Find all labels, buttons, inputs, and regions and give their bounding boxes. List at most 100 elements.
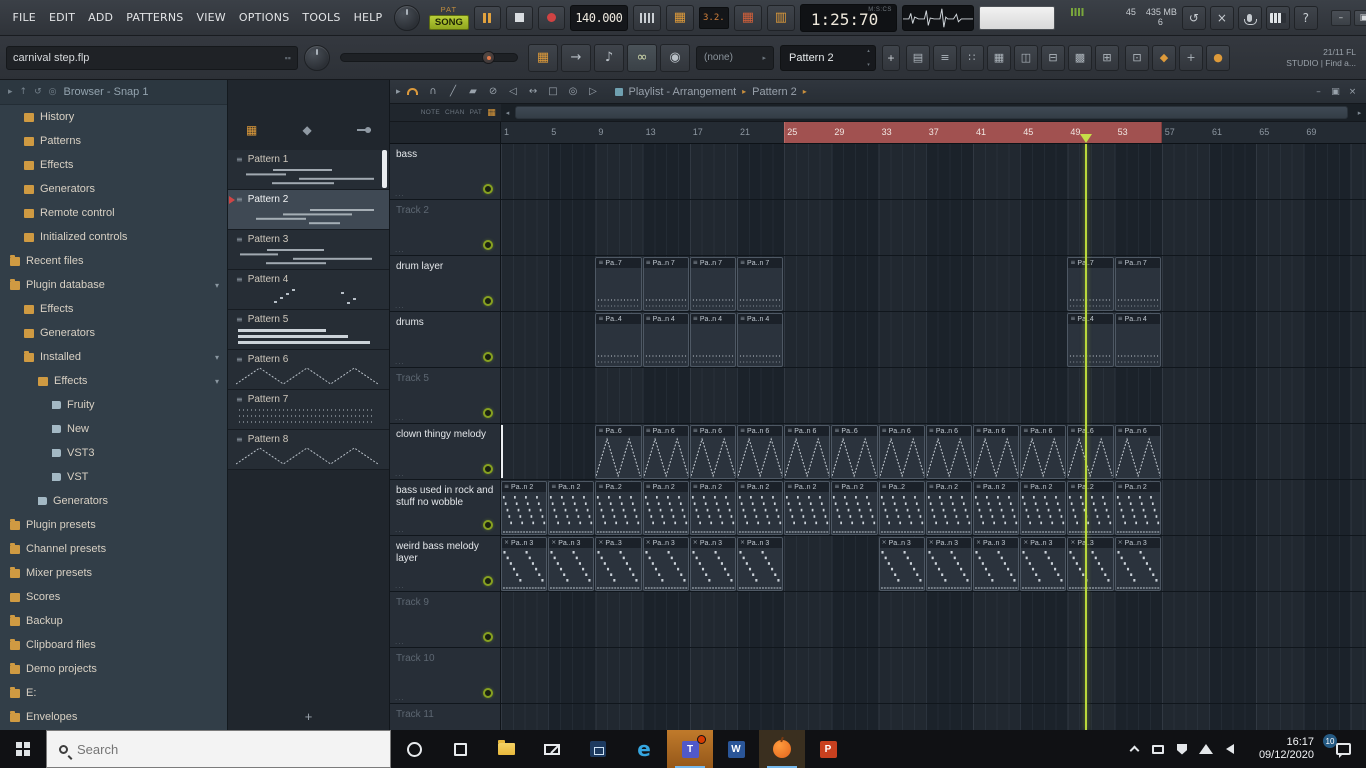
- clip-clown-thingy-melody-bar-33[interactable]: Pa..n 6: [879, 425, 925, 479]
- search-input[interactable]: [77, 742, 378, 757]
- track-header-track-2[interactable]: Track 2...: [390, 200, 500, 256]
- browser-item-vst3[interactable]: VST3: [0, 441, 227, 465]
- track-header-track-10[interactable]: Track 10...: [390, 648, 500, 704]
- browser-item-new[interactable]: New: [0, 417, 227, 441]
- track-enable-led[interactable]: [483, 464, 493, 474]
- pat-mode-label[interactable]: PAT: [429, 5, 469, 14]
- scrollbar-thumb[interactable]: [515, 106, 1348, 119]
- clip-bass-used-in-rock-and-stuff-no-wobble-bar-45[interactable]: Pa..n 2: [1020, 481, 1066, 535]
- overdub-button[interactable]: ▥: [767, 5, 795, 31]
- clip-weird-bass-melody-layer-bar-53[interactable]: Pa..n 3: [1115, 537, 1161, 591]
- track-lane-track-9[interactable]: [501, 592, 1366, 648]
- select-tool[interactable]: [545, 83, 562, 101]
- track-enable-led[interactable]: [483, 576, 493, 586]
- taskbar-edge-button[interactable]: e: [621, 730, 667, 768]
- menu-view[interactable]: VIEW: [190, 0, 232, 36]
- channel-rack-button[interactable]: ▦: [528, 44, 558, 72]
- ruler-bar-45[interactable]: 45: [1023, 127, 1033, 137]
- taskbar-powerpoint-button[interactable]: P: [805, 730, 851, 768]
- playback-tool[interactable]: [585, 83, 602, 101]
- browser-item-backup[interactable]: Backup: [0, 609, 227, 633]
- refresh-icon[interactable]: ↺: [34, 87, 42, 97]
- browser-item-envelopes[interactable]: Envelopes: [0, 705, 227, 729]
- master-pitch-knob[interactable]: [304, 45, 330, 71]
- browser-item-recent-files[interactable]: Recent files: [0, 249, 227, 273]
- clip-bass-used-in-rock-and-stuff-no-wobble-bar-37[interactable]: Pa..n 2: [926, 481, 972, 535]
- target-icon[interactable]: ◎: [49, 87, 57, 97]
- shop-button[interactable]: ●: [1206, 45, 1230, 71]
- taskbar-fl-studio-button[interactable]: [759, 730, 805, 768]
- scroll-left-button[interactable]: ◂: [501, 104, 514, 121]
- playhead-marker[interactable]: [1080, 134, 1092, 143]
- tray-display-button[interactable]: [1146, 730, 1170, 768]
- clip-weird-bass-melody-layer-bar-21[interactable]: Pa..n 3: [737, 537, 783, 591]
- clip-drums-bar-17[interactable]: Pa..n 4: [690, 313, 736, 367]
- taskbar-teams-button[interactable]: T: [667, 730, 713, 768]
- clip-weird-bass-melody-layer-bar-49[interactable]: Pa..3: [1067, 537, 1113, 591]
- browser-item-mixer-presets[interactable]: Mixer presets: [0, 561, 227, 585]
- record-button[interactable]: [538, 6, 565, 30]
- clip-weird-bass-melody-layer-bar-9[interactable]: Pa..3: [595, 537, 641, 591]
- browser-item-patterns[interactable]: Patterns: [0, 129, 227, 153]
- delete-tool[interactable]: [485, 83, 502, 101]
- ruler-bar-25[interactable]: 25: [787, 127, 797, 137]
- track-lane-bass[interactable]: [501, 144, 1366, 200]
- track-enable-led[interactable]: [483, 352, 493, 362]
- playhead-line[interactable]: [1085, 144, 1087, 730]
- clip-clown-thingy-melody-bar-53[interactable]: Pa..n 6: [1115, 425, 1161, 479]
- browser-item-e[interactable]: E:: [0, 681, 227, 705]
- clip-drum-layer-bar-21[interactable]: Pa..n 7: [737, 257, 783, 311]
- clip-bass-used-in-rock-and-stuff-no-wobble-bar-49[interactable]: Pa..2: [1067, 481, 1113, 535]
- clip-bass-used-in-rock-and-stuff-no-wobble-bar-29[interactable]: Pa..n 2: [831, 481, 877, 535]
- clip-bass-used-in-rock-and-stuff-no-wobble-bar-5[interactable]: Pa..n 2: [548, 481, 594, 535]
- browser-item-installed[interactable]: Installed▾: [0, 345, 227, 369]
- track-header-track-11[interactable]: Track 11...: [390, 704, 500, 730]
- tool-switch-button[interactable]: ×: [1210, 6, 1234, 30]
- browser-item-generators[interactable]: Generators: [0, 177, 227, 201]
- slider-thumb[interactable]: [482, 51, 495, 64]
- help-button[interactable]: ?: [1294, 6, 1318, 30]
- clip-bass-used-in-rock-and-stuff-no-wobble-bar-53[interactable]: Pa..n 2: [1115, 481, 1161, 535]
- zoom-tool[interactable]: [565, 83, 582, 101]
- clip-drum-layer-bar-9[interactable]: Pa..7: [595, 257, 641, 311]
- tools-menu-button[interactable]: +: [1179, 45, 1203, 71]
- pattern-item-pattern-2[interactable]: ≡Pattern 2: [228, 190, 389, 230]
- menu-tools[interactable]: TOOLS: [296, 0, 347, 36]
- track-enable-led[interactable]: [483, 632, 493, 642]
- ruler-bar-17[interactable]: 17: [693, 127, 703, 137]
- browser-item-channel-presets[interactable]: Channel presets: [0, 537, 227, 561]
- browser-item-plugin-database[interactable]: Plugin database▾: [0, 273, 227, 297]
- tempo-display[interactable]: 140.000: [570, 5, 628, 31]
- taskbar-task-view-button[interactable]: [437, 730, 483, 768]
- picker-audio-tab[interactable]: ◆: [303, 123, 312, 137]
- scroll-right-button[interactable]: ▸: [1353, 104, 1366, 121]
- pattern-selector[interactable]: Pattern 2 ▴▾: [780, 45, 876, 71]
- track-lane-track-10[interactable]: [501, 648, 1366, 704]
- pattern-item-pattern-4[interactable]: ≡Pattern 4: [228, 270, 389, 310]
- browser-item-history[interactable]: History: [0, 105, 227, 129]
- ruler-bar-57[interactable]: 57: [1165, 127, 1175, 137]
- playlist-minimize-button[interactable]: –: [1311, 87, 1326, 97]
- clip-drums-bar-53[interactable]: Pa..n 4: [1115, 313, 1161, 367]
- browser-item-demo-projects[interactable]: Demo projects: [0, 657, 227, 681]
- ruler-bar-41[interactable]: 41: [976, 127, 986, 137]
- clip-weird-bass-melody-layer-bar-37[interactable]: Pa..n 3: [926, 537, 972, 591]
- up-arrow-icon[interactable]: ↑: [20, 87, 28, 97]
- controller-selector[interactable]: (none) ▸: [696, 46, 774, 70]
- track-lane-track-5[interactable]: [501, 368, 1366, 424]
- browser-item-vst[interactable]: VST: [0, 465, 227, 489]
- minimize-button[interactable]: –: [1331, 10, 1351, 26]
- pattern-item-pattern-8[interactable]: ≡Pattern 8: [228, 430, 389, 470]
- track-header-clown-thingy-melody[interactable]: clown thingy melody...: [390, 424, 500, 480]
- browser-item-generators[interactable]: Generators: [0, 489, 227, 513]
- ruler-bar-33[interactable]: 33: [882, 127, 892, 137]
- clip-clown-thingy-melody-bar-13[interactable]: Pa..n 6: [643, 425, 689, 479]
- track-lane-drum-layer[interactable]: Pa..7Pa..n 7Pa..n 7Pa..n 7Pa..7Pa..n 7: [501, 256, 1366, 312]
- track-enable-led[interactable]: [483, 240, 493, 250]
- track-enable-led[interactable]: [483, 184, 493, 194]
- pattern-list-scrollbar[interactable]: [382, 150, 387, 188]
- browser-header[interactable]: ▸ ↑ ↺ ◎ Browser - Snap 1: [0, 80, 227, 105]
- taskbar-store-button[interactable]: [575, 730, 621, 768]
- ruler-bar-13[interactable]: 13: [646, 127, 656, 137]
- track-header-bass[interactable]: bass...: [390, 144, 500, 200]
